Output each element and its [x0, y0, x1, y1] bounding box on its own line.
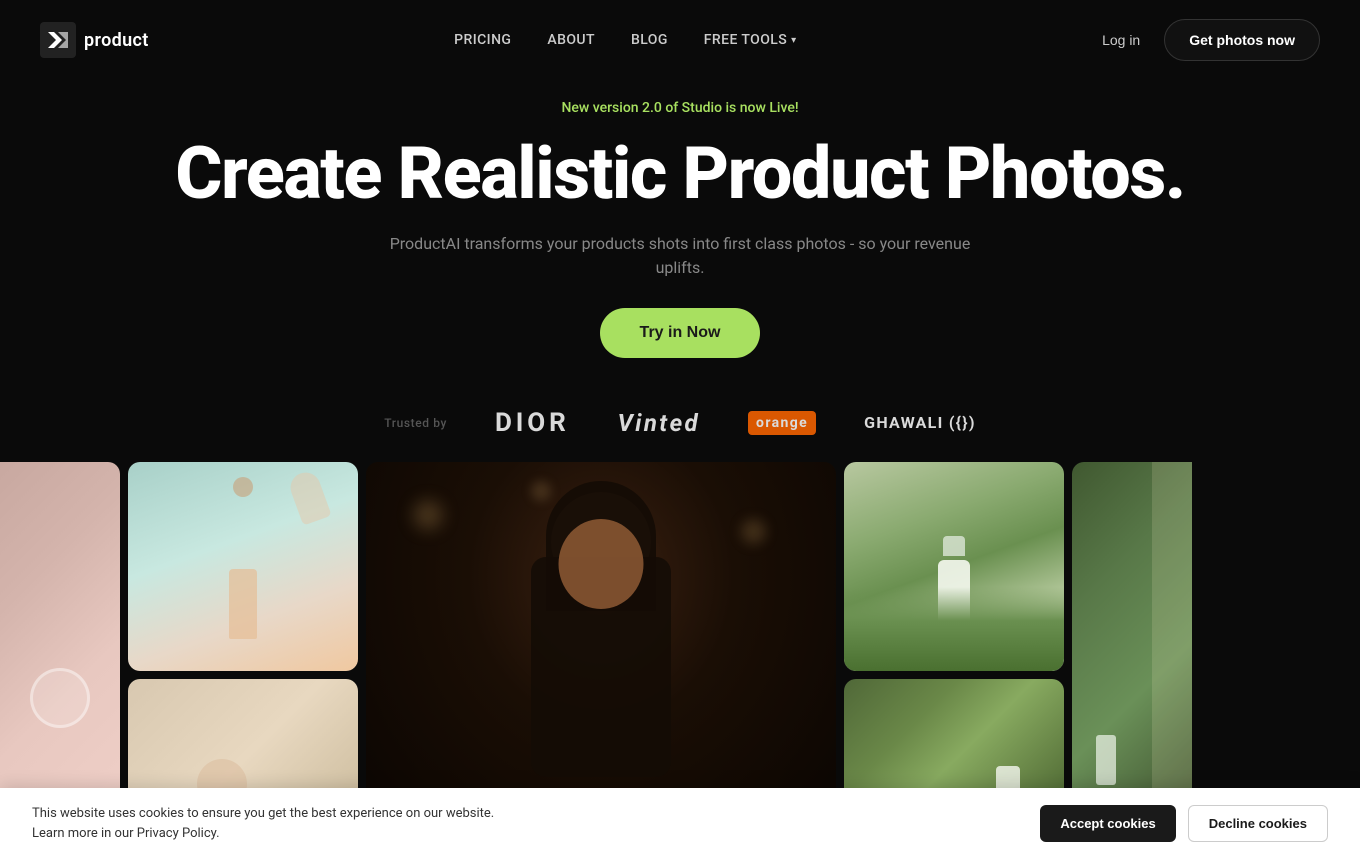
trusted-section: Trusted by DIOR Vinted orange GHAWALI ({… [0, 388, 1360, 462]
hero-subtitle: ProductAI transforms your products shots… [380, 232, 980, 280]
nav-about[interactable]: ABOUT [547, 32, 595, 48]
logo-text: product [84, 30, 149, 51]
gallery-image-skincare [844, 462, 1064, 671]
gallery-col-2 [128, 462, 358, 842]
gallery-image-pink-nails [0, 462, 120, 842]
nav-pricing[interactable]: PRICING [454, 32, 511, 48]
dior-logo: DIOR [495, 408, 570, 438]
get-photos-button[interactable]: Get photos now [1164, 19, 1320, 61]
cookie-text: This website uses cookies to ensure you … [32, 804, 494, 843]
chevron-down-icon: ▾ [791, 35, 796, 46]
gallery-image-perfume [128, 462, 358, 671]
gallery-col-1 [0, 462, 120, 842]
hero-title: Create Realistic Product Photos. [40, 136, 1320, 212]
gallery-col-right2 [1072, 462, 1192, 842]
orange-logo: orange [748, 411, 816, 435]
nav-blog[interactable]: BLOG [631, 32, 668, 48]
hero-section: New version 2.0 of Studio is now Live! C… [0, 80, 1360, 388]
login-button[interactable]: Log in [1102, 32, 1140, 48]
vinted-logo: Vinted [618, 409, 700, 437]
product-gallery [0, 462, 1360, 842]
brand-logos: DIOR Vinted orange GHAWALI ({}) [495, 408, 976, 438]
decline-cookies-button[interactable]: Decline cookies [1188, 805, 1328, 842]
gallery-col-center [366, 462, 836, 842]
cookie-buttons: Accept cookies Decline cookies [1040, 805, 1328, 842]
cookie-banner: This website uses cookies to ensure you … [0, 788, 1360, 859]
gallery-image-rightmost [1072, 462, 1192, 842]
trusted-by-label: Trusted by [384, 416, 447, 430]
nav-links: PRICING ABOUT BLOG FREE TOOLS ▾ [454, 32, 796, 48]
nav-free-tools[interactable]: FREE TOOLS ▾ [704, 32, 797, 48]
nav-right: Log in Get photos now [1102, 19, 1320, 61]
accept-cookies-button[interactable]: Accept cookies [1040, 805, 1175, 842]
try-now-button[interactable]: Try in Now [600, 308, 761, 358]
hero-announcement: New version 2.0 of Studio is now Live! [40, 100, 1320, 116]
gallery-col-right1 [844, 462, 1064, 842]
ghawali-logo: GHAWALI ({}) [864, 413, 976, 432]
gallery-image-woman [366, 462, 836, 842]
logo[interactable]: product [40, 22, 149, 58]
navbar: product PRICING ABOUT BLOG FREE TOOLS ▾ … [0, 0, 1360, 80]
